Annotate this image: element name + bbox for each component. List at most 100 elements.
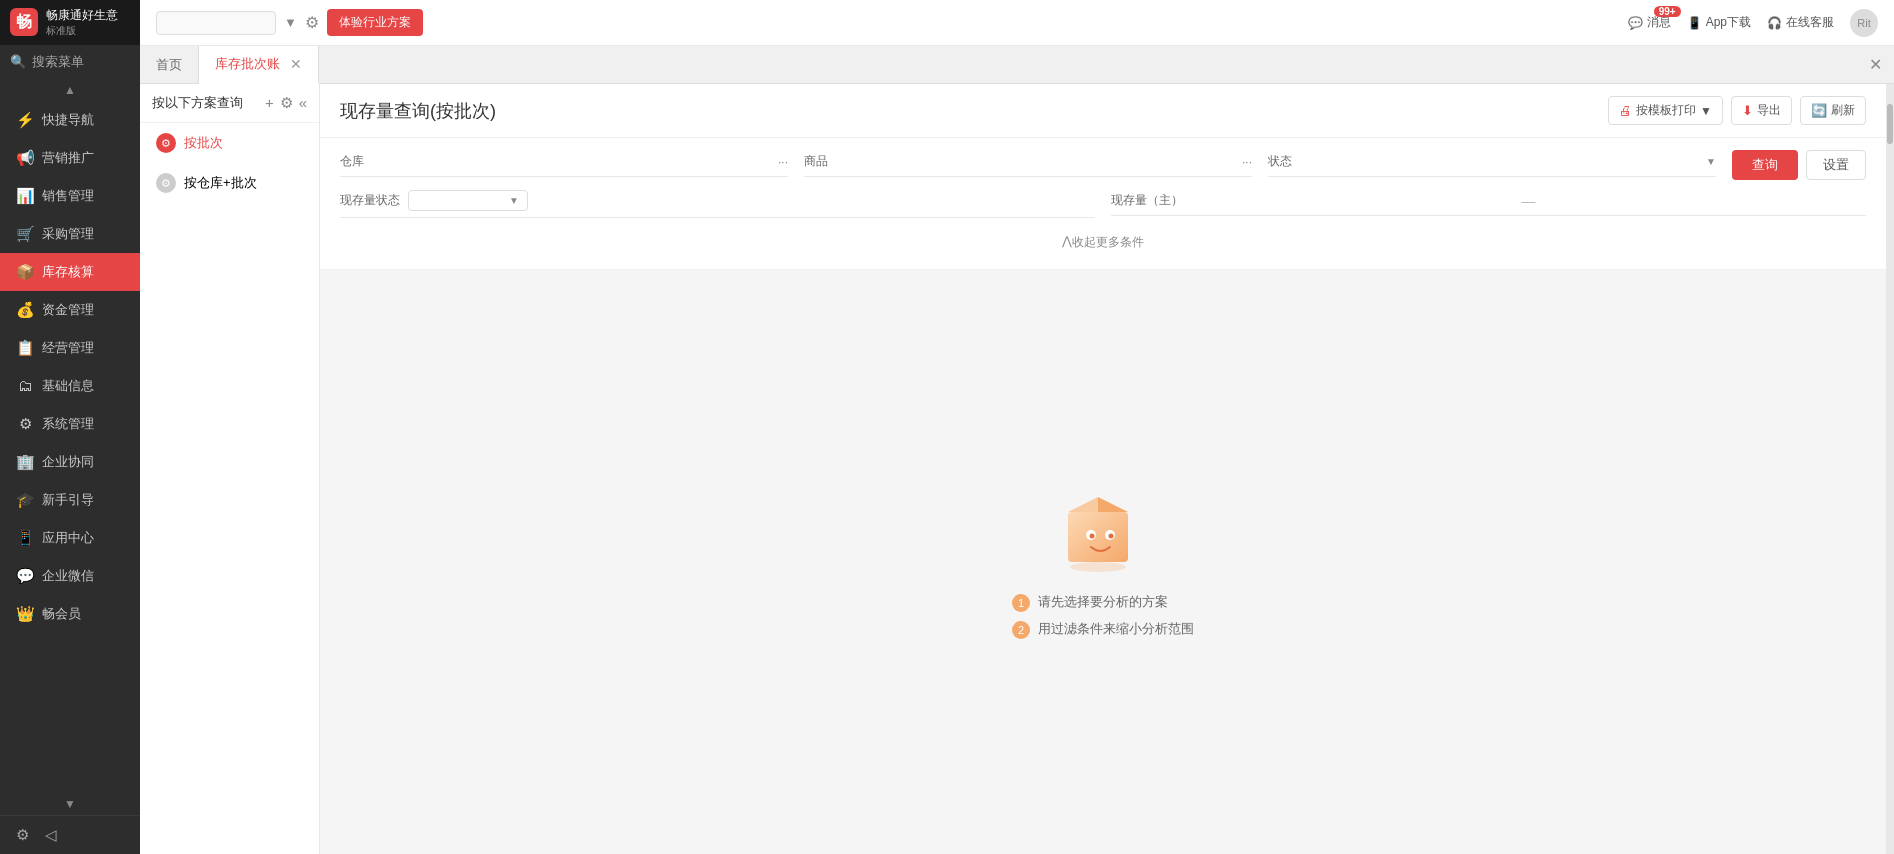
svg-point-5 [1090,534,1095,539]
finance-icon: 💰 [16,301,34,319]
sidebar-footer: ⚙ ◁ [0,815,140,854]
goods-more-btn[interactable]: ··· [1242,155,1252,169]
add-scheme-btn[interactable]: + [265,94,274,112]
collapse-icon: ⋀ [1062,234,1072,251]
scroll-down-btn[interactable]: ▼ [0,793,140,815]
appstore-icon: 📱 [16,529,34,547]
sidebar-item-finance[interactable]: 💰 资金管理 [0,291,140,329]
page-header-actions: 🖨 按模板打印 ▼ ⬇ 导出 🔄 刷新 [1608,96,1866,125]
empty-step-2: 2 用过滤条件来缩小分析范围 [1012,620,1194,639]
warehouse-field: 仓库 ··· [340,153,788,177]
scheme-by-warehouse-batch[interactable]: ⚙ 按仓库+批次 [140,163,319,203]
message-btn[interactable]: 💬 消息 99+ [1628,14,1671,31]
status-input[interactable] [1300,155,1702,169]
filter-row-1: 仓库 ··· 商品 ··· 状态 ▼ 查询 [340,150,1866,180]
basic-icon: 🗂 [16,377,34,395]
data-area: 1 请先选择要分析的方案 2 用过滤条件来缩小分析范围 [320,270,1886,854]
weixin-icon: 💬 [16,567,34,585]
collapse-sidebar-icon[interactable]: ◁ [45,826,57,844]
user-avatar[interactable]: Rit [1850,9,1878,37]
online-service-btn[interactable]: 🎧 在线客服 [1767,14,1834,31]
scheme-by-batch[interactable]: ⚙ 按批次 [140,123,319,163]
print-btn[interactable]: 🖨 按模板打印 ▼ [1608,96,1723,125]
scroll-up-icon[interactable]: ▲ [64,83,76,97]
tabbar: 首页 库存批次账 ✕ ✕ [140,46,1894,84]
system-icon: ⚙ [16,415,34,433]
guide-icon: 🎓 [16,491,34,509]
collapse-btn[interactable]: ⋀ 收起更多条件 [340,228,1866,257]
tab-close-inventory-batch[interactable]: ✕ [290,56,302,72]
topbar: ▼ ⚙ 体验行业方案 💬 消息 99+ 📱 App下载 🎧 在线客服 Rit [140,0,1894,46]
collapse-panel-icon[interactable]: « [299,94,307,112]
sidebar-logo: 畅 [10,8,38,36]
svg-point-6 [1109,534,1114,539]
empty-state: 1 请先选择要分析的方案 2 用过滤条件来缩小分析范围 [1012,477,1194,647]
svg-rect-0 [1068,512,1128,562]
main-area: ▼ ⚙ 体验行业方案 💬 消息 99+ 📱 App下载 🎧 在线客服 Rit [140,0,1894,854]
sidebar-item-quick-nav[interactable]: ⚡ 快捷导航 [0,101,140,139]
sidebar-item-marketing[interactable]: 📢 营销推广 [0,139,140,177]
sidebar-item-weixin[interactable]: 💬 企业微信 [0,557,140,595]
tab-inventory-batch[interactable]: 库存批次账 ✕ [199,46,319,84]
sidebar-item-purchase[interactable]: 🛒 采购管理 [0,215,140,253]
left-panel: 按以下方案查询 + ⚙ « ⚙ 按批次 ⚙ 按仓库+批次 [140,84,320,854]
topbar-dropdown-btn[interactable]: ▼ [284,15,297,30]
headset-icon: 🎧 [1767,16,1782,30]
sidebar-item-enterprise[interactable]: 🏢 企业协同 [0,443,140,481]
scheme-icon-warehouse-batch: ⚙ [156,173,176,193]
scroll-down-icon[interactable]: ▼ [64,797,76,811]
inventory-qty-min-input[interactable] [1191,194,1522,208]
message-badge: 99+ [1654,6,1681,17]
inventory-qty-max-input[interactable] [1536,194,1867,208]
app-download-btn[interactable]: 📱 App下载 [1687,14,1751,31]
sidebar-item-inventory[interactable]: 📦 库存核算 [0,253,140,291]
marketing-icon: 📢 [16,149,34,167]
right-scrollbar-thumb [1887,104,1893,144]
sidebar-item-operation[interactable]: 📋 经营管理 [0,329,140,367]
inventory-status-dropdown-icon: ▼ [509,195,519,206]
scroll-up-btn[interactable]: ▲ [0,79,140,101]
sidebar-search[interactable]: 🔍 搜索菜单 [0,45,140,79]
filter-area: 仓库 ··· 商品 ··· 状态 ▼ 查询 [320,138,1886,270]
sidebar-item-basic[interactable]: 🗂 基础信息 [0,367,140,405]
left-panel-header: 按以下方案查询 + ⚙ « [140,84,319,123]
right-scrollbar[interactable] [1886,84,1894,854]
topbar-gear-icon[interactable]: ⚙ [305,13,319,32]
filter-row-2: 现存量状态 ▼ 现存量（主） — [340,190,1866,218]
status-field: 状态 ▼ [1268,153,1716,177]
topbar-search-input[interactable] [156,11,276,35]
status-dropdown-icon[interactable]: ▼ [1706,156,1716,167]
sidebar-item-guide[interactable]: 🎓 新手引导 [0,481,140,519]
refresh-icon: 🔄 [1811,103,1827,118]
sidebar-item-system[interactable]: ⚙ 系统管理 [0,405,140,443]
enterprise-icon: 🏢 [16,453,34,471]
tabbar-close-btn[interactable]: ✕ [1857,46,1894,83]
settings-icon[interactable]: ⚙ [16,826,29,844]
quick-nav-icon: ⚡ [16,111,34,129]
inventory-status-select[interactable]: ▼ [408,190,528,211]
goods-field: 商品 ··· [804,153,1252,177]
step-2-num: 2 [1012,621,1030,639]
refresh-btn[interactable]: 🔄 刷新 [1800,96,1866,125]
sidebar-item-appstore[interactable]: 📱 应用中心 [0,519,140,557]
warehouse-input[interactable] [372,155,774,169]
sidebar-brand: 畅康通好生意 标准版 [46,8,118,37]
set-btn[interactable]: 设置 [1806,150,1866,180]
query-btn[interactable]: 查询 [1732,150,1798,180]
step-1-num: 1 [1012,594,1030,612]
right-panel: 现存量查询(按批次) 🖨 按模板打印 ▼ ⬇ 导出 🔄 刷新 [320,84,1886,854]
print-dropdown-icon[interactable]: ▼ [1700,104,1712,118]
sidebar-item-sales[interactable]: 📊 销售管理 [0,177,140,215]
warehouse-more-btn[interactable]: ··· [778,155,788,169]
empty-icon [1053,477,1153,577]
tab-home[interactable]: 首页 [140,46,199,83]
purchase-icon: 🛒 [16,225,34,243]
scheme-settings-icon[interactable]: ⚙ [280,94,293,112]
export-btn[interactable]: ⬇ 导出 [1731,96,1792,125]
content-area: 按以下方案查询 + ⚙ « ⚙ 按批次 ⚙ 按仓库+批次 [140,84,1894,854]
goods-input[interactable] [836,155,1238,169]
sidebar-nav: ⚡ 快捷导航 📢 营销推广 📊 销售管理 🛒 采购管理 📦 库存核算 💰 资金管… [0,101,140,793]
svg-marker-2 [1098,497,1128,512]
experience-btn[interactable]: 体验行业方案 [327,9,423,36]
sidebar-item-member[interactable]: 👑 畅会员 [0,595,140,633]
